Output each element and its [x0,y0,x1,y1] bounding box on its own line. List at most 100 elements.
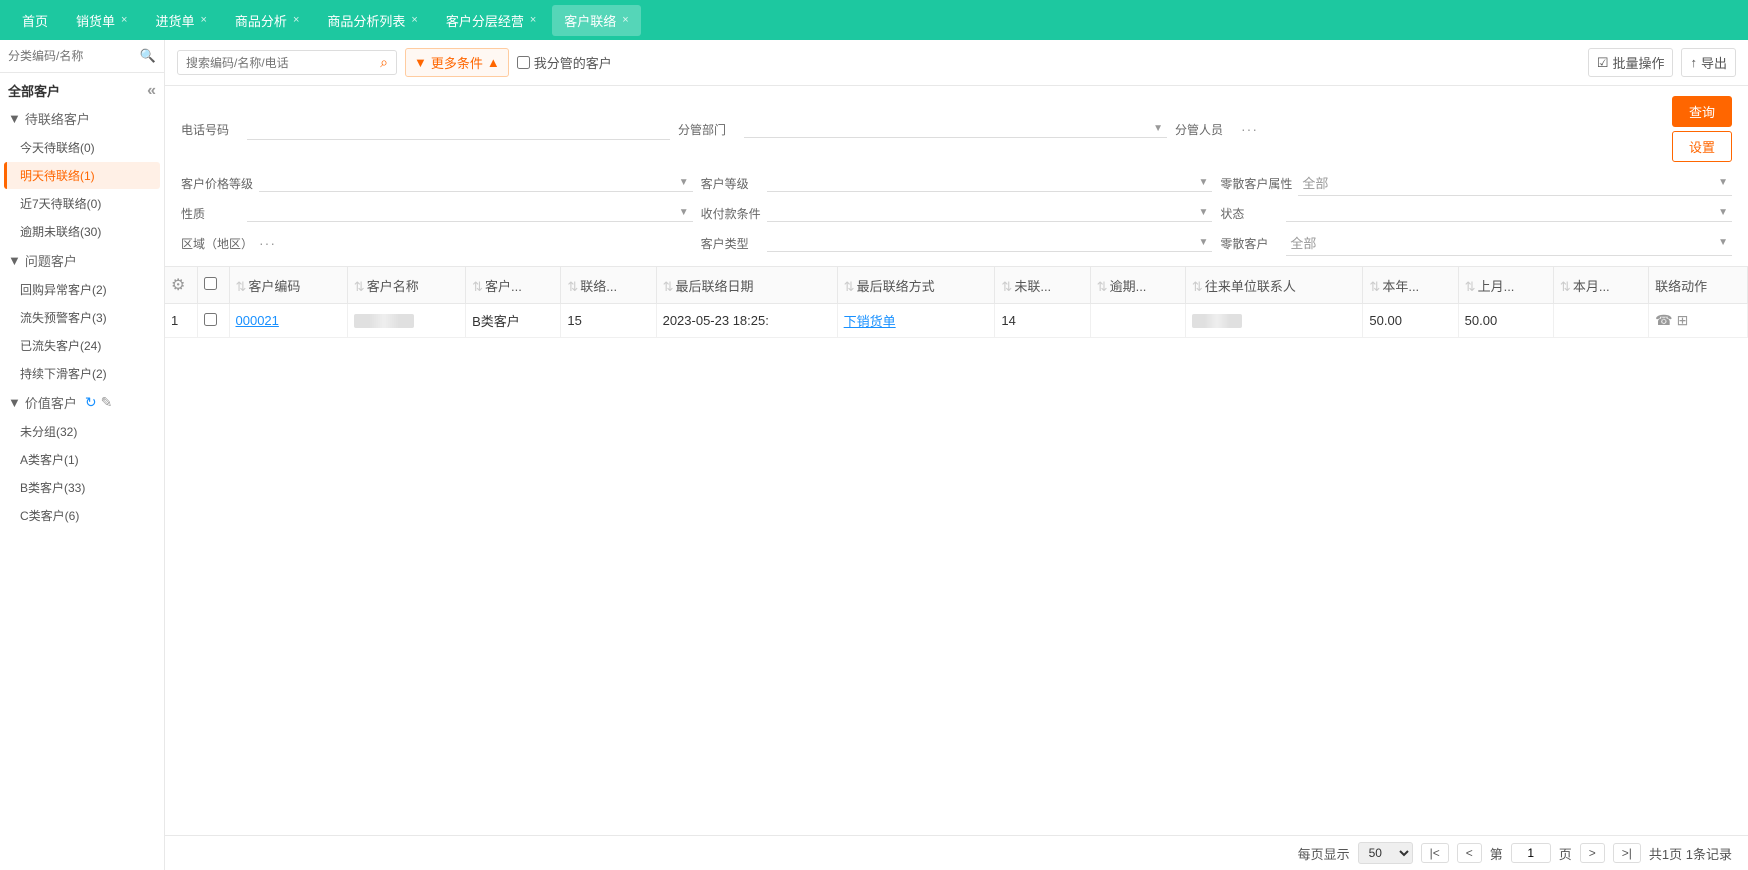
close-product-analysis-tab[interactable]: × [293,14,299,26]
close-purchase-tab[interactable]: × [200,14,206,26]
filter-price-level: 客户价格等级 ▼ [181,174,693,192]
chevron-down-icon-6: ▼ [1198,207,1208,218]
sidebar-item-type-a[interactable]: A类客户(1) [4,446,160,473]
next-page-button[interactable]: > [1580,843,1605,863]
nav-sales[interactable]: 销货单 × [64,5,139,36]
filter-retail-customer-select[interactable]: 全部 ▼ [1286,230,1732,256]
sidebar-search-input[interactable] [8,49,140,63]
action-grid-icon[interactable]: ⊞ [1677,312,1689,329]
col-last-method: ⇅最后联络方式 [837,267,995,304]
nav-purchase[interactable]: 进货单 × [143,5,218,36]
value-group-title[interactable]: ▼ 价值客户 ↻ ✎ [0,388,164,417]
filter-person-label: 分管人员 [1175,121,1235,138]
chevron-down-icon-2: ▼ [679,177,689,188]
total-label: 共1页 1条记录 [1649,844,1732,863]
pending-group-title[interactable]: ▼ 待联络客户 [0,104,164,133]
filter-dept-select[interactable]: ▼ [744,120,1167,138]
search-input[interactable] [186,56,376,70]
value-group-edit[interactable]: ✎ [101,394,113,411]
close-sales-tab[interactable]: × [121,14,127,26]
problem-arrow: ▼ [8,253,21,268]
blurred-contact-person [1192,314,1242,328]
row-type: B类客户 [466,304,561,338]
settings-button[interactable]: 设置 [1672,131,1732,162]
search-icon[interactable]: ⌕ [380,54,388,71]
filter-retail-attr-select[interactable]: 全部 ▼ [1298,170,1732,196]
more-filters-button[interactable]: ▼ 更多条件 ▲ [405,48,509,77]
chevron-down-icon-5: ▼ [679,207,689,218]
filter-payment-select[interactable]: ▼ [767,204,1213,222]
sidebar-collapse-btn[interactable]: « [147,82,156,100]
row-last-method[interactable]: 下销货单 [837,304,995,338]
col-settings: ⚙ [165,267,197,304]
select-all-checkbox[interactable] [204,277,217,290]
filter-region-label: 区域（地区） [181,235,253,252]
filter-icon: ▼ [414,55,427,70]
data-table-container: ⚙ ⇅客户编码 ⇅客户名称 ⇅客户... ⇅联络... ⇅最后联络日期 ⇅最后联… [165,267,1748,835]
sidebar-item-declining[interactable]: 持续下滑客户(2) [4,360,160,387]
batch-operation-button[interactable]: ☑ 批量操作 [1588,48,1674,77]
filter-phone: 电话号码 [181,119,670,140]
filter-panel: 电话号码 分管部门 ▼ 分管人员 ··· 查询 设置 [165,86,1748,267]
chevron-down-icon-4: ▼ [1718,177,1728,188]
sidebar-item-repurchase[interactable]: 回购异常客户(2) [4,276,160,303]
query-button[interactable]: 查询 [1672,96,1732,127]
sidebar-item-overdue[interactable]: 逾期未联络(30) [4,218,160,245]
prev-page-button[interactable]: < [1457,843,1482,863]
filter-nature-select[interactable]: ▼ [247,204,693,222]
first-page-button[interactable]: |< [1421,843,1449,863]
top-navigation: 首页 销货单 × 进货单 × 商品分析 × 商品分析列表 × 客户分层经营 × … [0,0,1748,40]
sidebar-item-type-c[interactable]: C类客户(6) [4,502,160,529]
pending-arrow: ▼ [8,111,21,126]
page-input[interactable] [1511,843,1551,863]
export-button[interactable]: ↑ 导出 [1681,48,1736,77]
row-contact-count: 15 [561,304,656,338]
nav-home[interactable]: 首页 [10,5,60,36]
page-size-select[interactable]: 50 100 200 [1358,842,1413,864]
sidebar-item-today[interactable]: 今天待联络(0) [4,134,160,161]
row-action: ☎ ⊞ [1649,304,1748,338]
sidebar-item-churned[interactable]: 已流失客户(24) [4,332,160,359]
sidebar-item-ungrouped[interactable]: 未分组(32) [4,418,160,445]
filter-retail-customer-label: 零散客户 [1220,235,1280,252]
filter-price-level-select[interactable]: ▼ [259,174,693,192]
close-customer-tier-tab[interactable]: × [530,14,536,26]
my-customers-checkbox-label[interactable]: 我分管的客户 [517,53,612,72]
filter-row-1: 电话号码 分管部门 ▼ 分管人员 ··· 查询 设置 [181,96,1732,162]
row-name [347,304,465,338]
close-product-list-tab[interactable]: × [411,14,417,26]
nav-product-analysis[interactable]: 商品分析 × [223,5,311,36]
filter-dept-label: 分管部门 [678,121,738,138]
nav-customer-contact[interactable]: 客户联络 × [552,5,640,36]
filter-row-4: 区域（地区） ··· 客户类型 ▼ 零散客户 全部 ▼ [181,230,1732,256]
filter-region-dots[interactable]: ··· [259,235,276,251]
filter-person-dots[interactable]: ··· [1241,121,1258,137]
filter-customer-type-select[interactable]: ▼ [767,234,1213,252]
filter-status-select[interactable]: ▼ [1286,204,1732,222]
sidebar-item-type-b[interactable]: B类客户(33) [4,474,160,501]
problem-group-title[interactable]: ▼ 问题客户 [0,246,164,275]
filter-phone-input[interactable] [247,119,670,140]
sidebar-item-week[interactable]: 近7天待联络(0) [4,190,160,217]
row-code[interactable]: 000021 [229,304,347,338]
nav-customer-tier[interactable]: 客户分层经营 × [434,5,548,36]
table-settings-icon[interactable]: ⚙ [171,277,185,294]
filter-payment-label: 收付款条件 [701,205,761,222]
value-group-refresh[interactable]: ↻ [85,394,97,411]
pagination-bar: 每页显示 50 100 200 |< < 第 页 > >| 共1页 1条记录 [165,835,1748,870]
col-last-month: ⇅上月... [1458,267,1553,304]
all-customers-label: 全部客户 [8,81,60,100]
filter-customer-level-label: 客户等级 [701,175,761,192]
row-checkbox[interactable] [204,313,217,326]
sidebar-search-icon[interactable]: 🔍 [140,48,156,64]
sidebar-item-churn-warning[interactable]: 流失预警客户(3) [4,304,160,331]
chevron-down-icon-7: ▼ [1718,207,1728,218]
nav-product-list[interactable]: 商品分析列表 × [315,5,429,36]
close-customer-contact-tab[interactable]: × [622,14,628,26]
chevron-down-icon: ▼ [1153,123,1163,134]
my-customers-checkbox[interactable] [517,56,530,69]
filter-customer-level-select[interactable]: ▼ [767,174,1213,192]
action-phone-icon[interactable]: ☎ [1655,312,1672,329]
last-page-button[interactable]: >| [1613,843,1641,863]
sidebar-item-tomorrow[interactable]: 明天待联络(1) [4,162,160,189]
